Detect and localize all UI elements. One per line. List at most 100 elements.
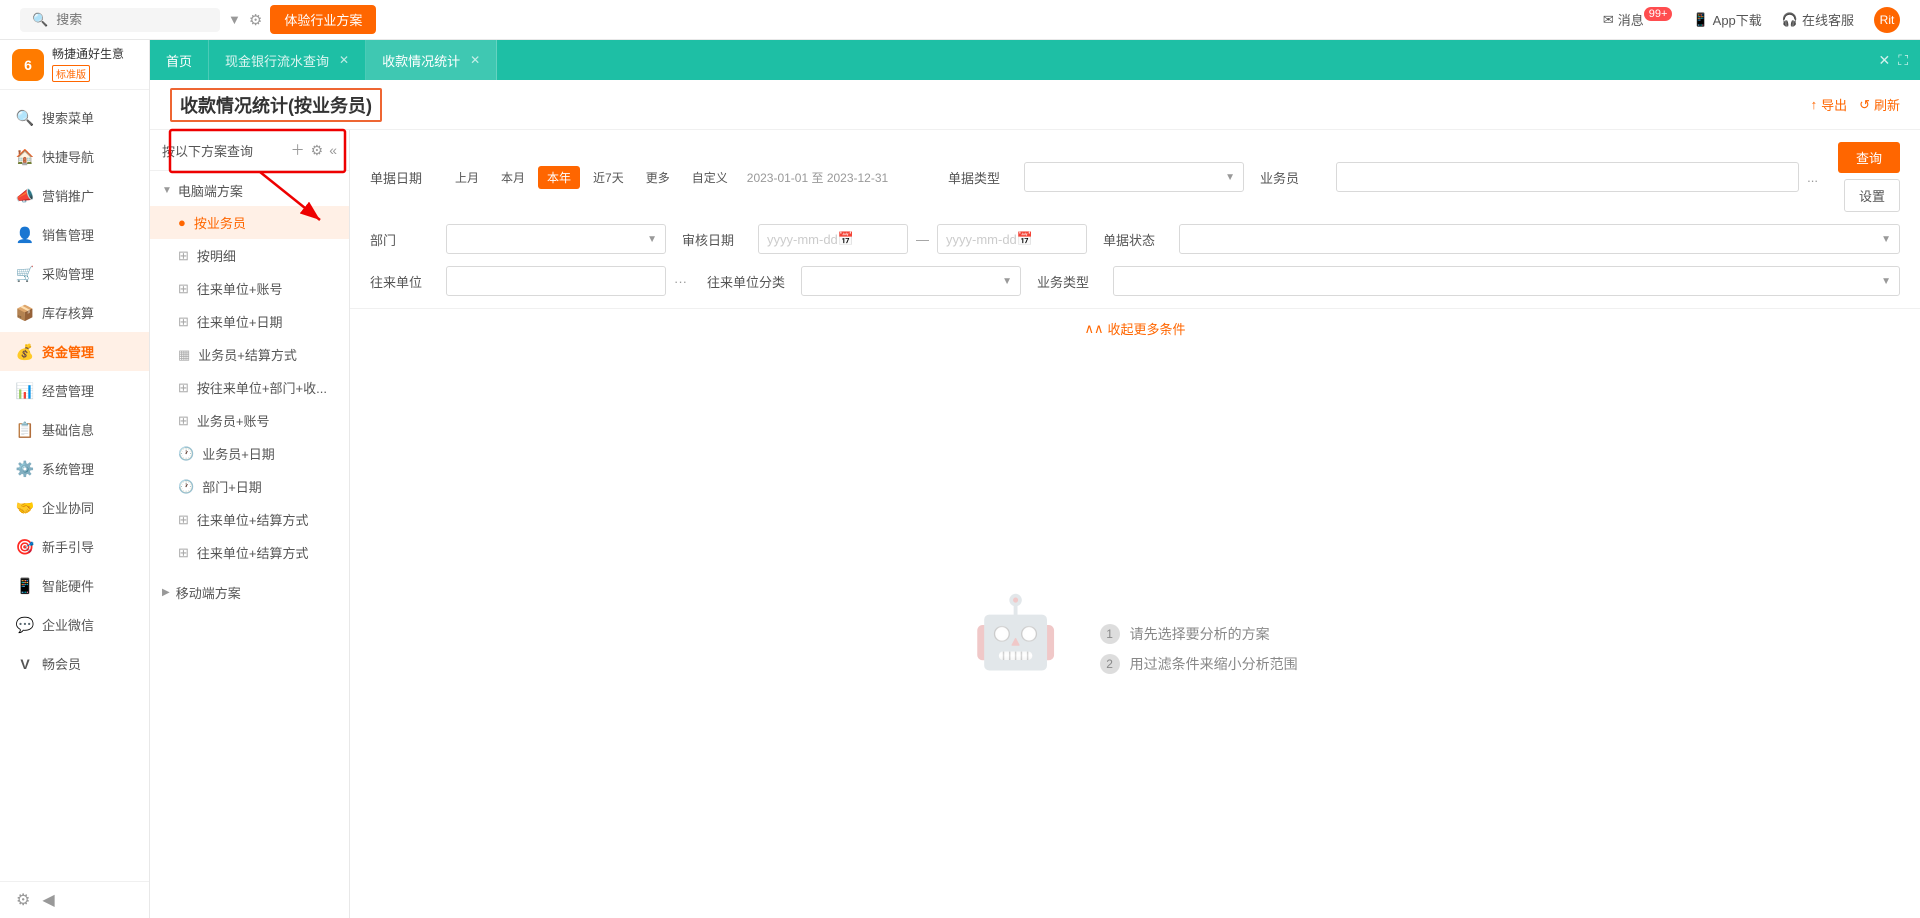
tab-home[interactable]: 首页 [150,40,209,80]
basic-info-icon: 📋 [16,421,34,439]
doc-type-select[interactable]: ▼ [1024,162,1244,192]
settings-btn[interactable]: 设置 [1844,179,1900,212]
biz-type-select[interactable]: ▼ [1113,266,1900,296]
sidebar-item-enterprise[interactable]: 🤝 企业协同 [0,488,149,527]
sidebar-item-purchase[interactable]: 🛒 采购管理 [0,254,149,293]
biz-type-label: 业务类型 [1037,272,1097,291]
sidebar-item-search-menu[interactable]: 🔍 搜索菜单 [0,98,149,137]
date-tab-this-month[interactable]: 本月 [492,166,534,189]
search-bar[interactable]: 🔍 [20,8,220,32]
sidebar-label-member: 畅会员 [42,654,81,673]
search-icon: 🔍 [32,12,48,28]
scheme-group-mobile-header[interactable]: ▶ 移动端方案 [150,577,349,608]
sidebar-item-sales[interactable]: 👤 销售管理 [0,215,149,254]
sidebar-item-basic-info[interactable]: 📋 基础信息 [0,410,149,449]
messages-btn[interactable]: ✉ 消息 99+ [1603,10,1673,29]
scheme-item-partner-account[interactable]: ⊞ 往来单位+账号 [150,272,349,305]
scheme-item-by-salesman[interactable]: ● 按业务员 [150,206,349,239]
collapse-scheme-btn[interactable]: « [329,142,337,158]
desktop-group-arrow: ▼ [162,185,172,196]
scheme-item-partner-dept-col[interactable]: ⊞ 按往来单位+部门+收... [150,371,349,404]
empty-robot-icon: 🤖 [972,592,1059,674]
collapse-bar[interactable]: ∧∧ 收起更多条件 [350,309,1920,348]
dropdown-icon[interactable]: ▼ [228,12,241,27]
tab-collection-stat-close[interactable]: ✕ [470,53,480,67]
empty-step-1: 1 请先选择要分析的方案 [1100,624,1298,644]
sidebar-item-guide[interactable]: 🎯 新手引导 [0,527,149,566]
app-download-label: App下载 [1713,10,1762,29]
scheme-item-by-detail-label: 按明细 [197,246,236,265]
scheme-item-partner-account-label: 往来单位+账号 [197,279,283,298]
review-date-end-icon[interactable]: 📅 [1017,231,1033,247]
scheme-item-partner-date[interactable]: ⊞ 往来单位+日期 [150,305,349,338]
review-date-start-icon[interactable]: 📅 [838,231,854,247]
scheme-group-desktop-header[interactable]: ▼ 电脑端方案 [150,175,349,206]
date-tab-this-year[interactable]: 本年 [538,166,580,189]
add-scheme-btn[interactable]: ＋ [291,140,305,160]
close-window-icon[interactable]: ✕ [1878,52,1890,69]
search-input[interactable] [56,12,196,27]
date-separator: — [916,232,929,247]
scheme-item-by-detail[interactable]: ⊞ 按明细 [150,239,349,272]
review-date-end-text: yyyy-mm-dd [946,232,1017,247]
scheme-item-partner-payment2[interactable]: ⊞ 往来单位+结算方式 [150,536,349,569]
salesman-item-icon: ● [178,215,186,230]
scheme-item-dept-date[interactable]: 🕐 部门+日期 [150,470,349,503]
online-service-btn[interactable]: 🎧 在线客服 [1782,10,1854,29]
tab-bank-flow-close[interactable]: ✕ [339,53,349,67]
settings-bottom-icon[interactable]: ⚙ [16,890,30,910]
export-btn[interactable]: ↑ 导出 [1811,95,1848,114]
sidebar-item-system[interactable]: ⚙️ 系统管理 [0,449,149,488]
doc-type-arrow: ▼ [1225,172,1235,183]
sidebar-item-finance[interactable]: 💰 资金管理 [0,332,149,371]
doc-status-arrow: ▼ [1881,234,1891,245]
filter-actions: 查询 设置 [1838,142,1900,212]
partner-more-btn[interactable]: ··· [670,274,691,289]
sidebar-item-operations[interactable]: 📊 经营管理 [0,371,149,410]
sidebar-item-inventory[interactable]: 📦 库存核算 [0,293,149,332]
maximize-window-icon[interactable]: ⛶ [1898,52,1908,69]
scheme-item-partner-payment2-label: 往来单位+结算方式 [197,543,309,562]
date-tabs: 上月 本月 本年 近7天 更多 自定义 [446,166,737,189]
scheme-item-salesman-payment[interactable]: ▦ 业务员+结算方式 [150,338,349,371]
app-download-btn[interactable]: 📱 App下载 [1692,10,1761,29]
tab-collection-stat[interactable]: 收款情况统计 ✕ [366,40,497,80]
sidebar-item-member[interactable]: V 畅会员 [0,644,149,683]
doc-status-select[interactable]: ▼ [1179,224,1900,254]
sidebar-label-wechat: 企业微信 [42,615,94,634]
scheme-item-partner-payment1[interactable]: ⊞ 往来单位+结算方式 [150,503,349,536]
salesman-select[interactable] [1336,162,1799,192]
partner-select[interactable] [446,266,666,296]
query-btn[interactable]: 查询 [1838,142,1900,173]
service-icon: 🎧 [1782,12,1798,28]
sidebar-item-quick-nav[interactable]: 🏠 快捷导航 [0,137,149,176]
content-area: 按以下方案查询 ＋ ⚙ « ▼ 电脑端方案 [150,130,1920,918]
date-tab-last-month[interactable]: 上月 [446,166,488,189]
system-icon: ⚙️ [16,460,34,478]
date-tab-more[interactable]: 更多 [637,166,679,189]
salesman-more-btn[interactable]: ... [1803,170,1822,185]
review-date-end[interactable]: yyyy-mm-dd 📅 [937,224,1087,254]
salesman-payment-icon: ▦ [178,347,190,363]
sidebar-item-smart-hw[interactable]: 📱 智能硬件 [0,566,149,605]
review-date-start[interactable]: yyyy-mm-dd 📅 [758,224,908,254]
filter-row-3: 往来单位 ··· 往来单位分类 ▼ [370,266,1900,296]
scheme-item-salesman-date[interactable]: 🕐 业务员+日期 [150,437,349,470]
sidebar-item-marketing[interactable]: 📣 营销推广 [0,176,149,215]
sidebar-item-wechat[interactable]: 💬 企业微信 [0,605,149,644]
user-avatar[interactable]: Rit [1874,7,1900,33]
partner-category-select[interactable]: ▼ [801,266,1021,296]
collapse-sidebar-icon[interactable]: ◀ [42,890,54,910]
trial-btn[interactable]: 体验行业方案 [270,5,376,34]
tab-bank-flow[interactable]: 现金银行流水查询 ✕ [209,40,366,80]
settings-icon[interactable]: ⚙ [249,11,262,29]
settings-scheme-btn[interactable]: ⚙ [311,142,324,159]
refresh-icon: ↺ [1859,97,1870,113]
dept-select[interactable]: ▼ [446,224,666,254]
scheme-item-salesman-account[interactable]: ⊞ 业务员+账号 [150,404,349,437]
date-tab-7days[interactable]: 近7天 [584,166,633,189]
date-tab-custom[interactable]: 自定义 [683,166,737,189]
refresh-btn[interactable]: ↺ 刷新 [1859,95,1900,114]
search-menu-icon: 🔍 [16,109,34,127]
salesman-field: ... [1336,162,1822,192]
